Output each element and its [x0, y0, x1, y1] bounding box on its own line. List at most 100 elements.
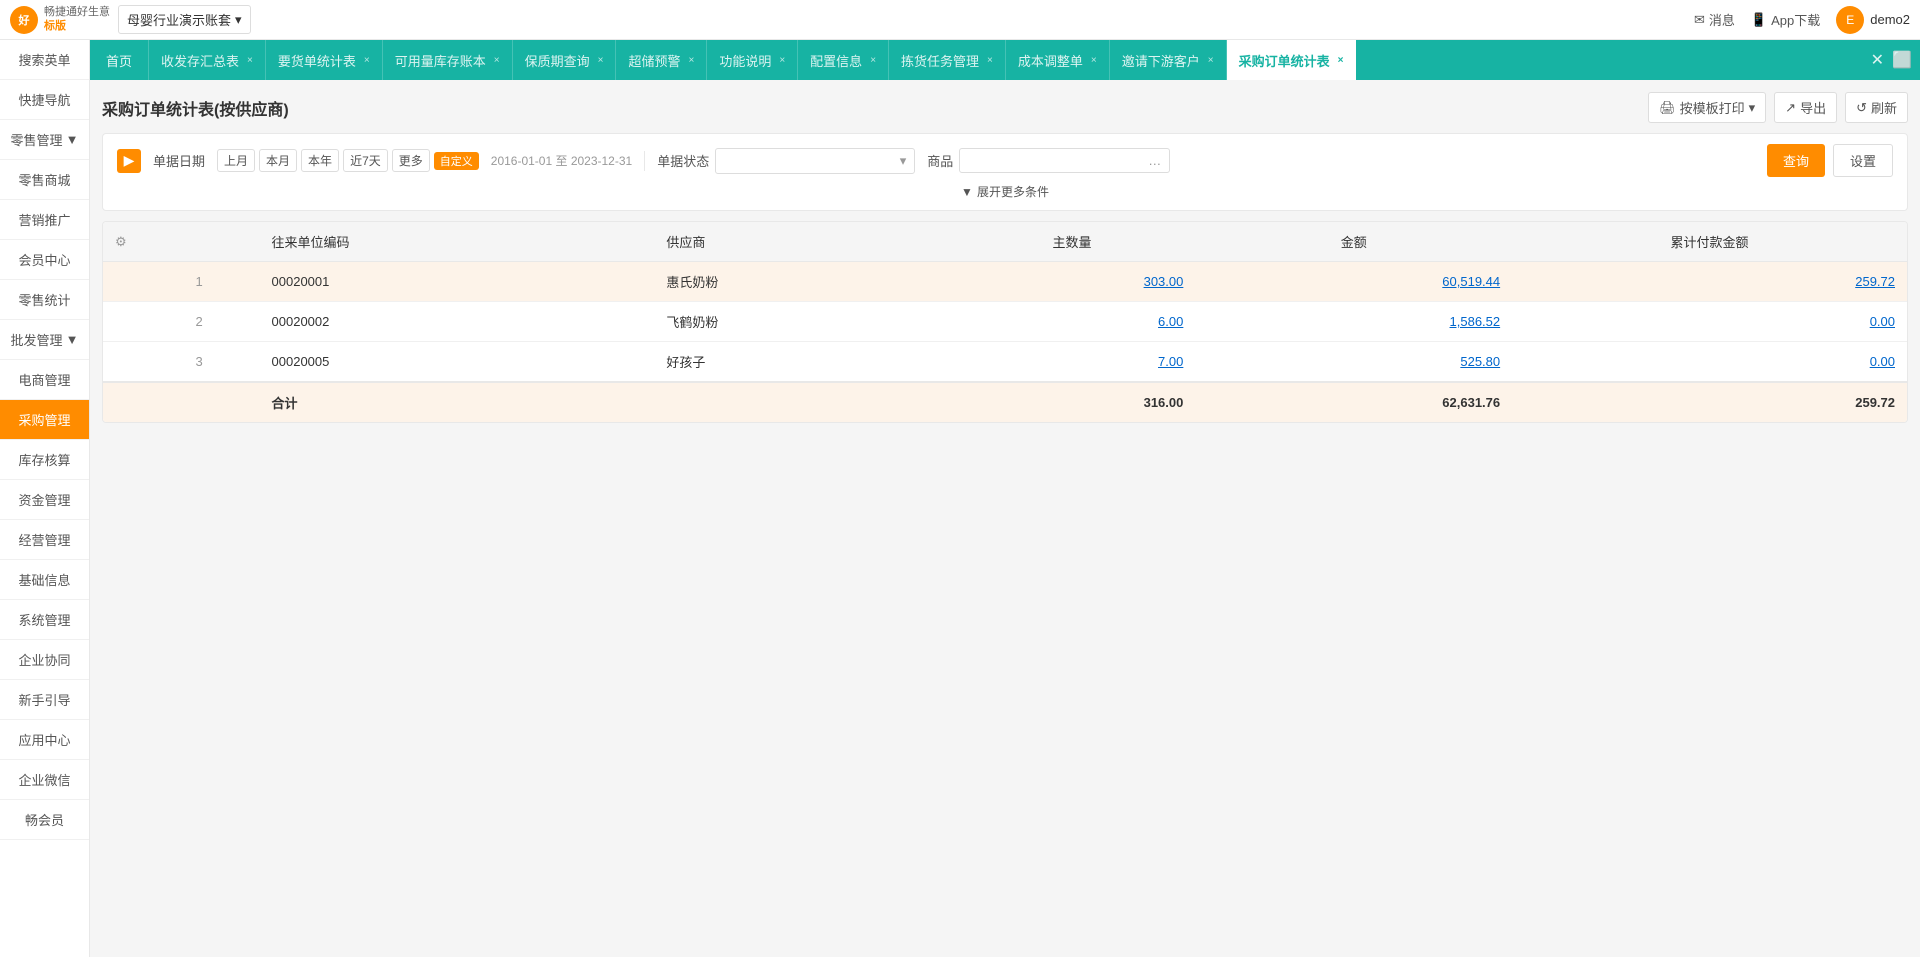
filter-toggle-button[interactable]: ▶ [117, 149, 141, 173]
sidebar-item-app-center[interactable]: 应用中心 [0, 720, 89, 760]
sidebar-item-retail-stats[interactable]: 零售统计 [0, 280, 89, 320]
tab-close-validity-query[interactable]: × [598, 55, 604, 66]
logo-area: 好 畅捷通好生意 标版 [10, 6, 110, 34]
sidebar-item-finance[interactable]: 资金管理 [0, 480, 89, 520]
sidebar-item-new-user-guide[interactable]: 新手引导 [0, 680, 89, 720]
print-button[interactable]: 🖨 按模板打印 ▾ [1648, 92, 1766, 123]
tab-function-desc[interactable]: 功能说明 × [707, 40, 798, 80]
app-download-button[interactable]: 📱 App下载 [1751, 10, 1820, 29]
top-bar: 好 畅捷通好生意 标版 母婴行业演示账套 ▾ ✉ 消息 📱 App下载 [0, 0, 1920, 40]
row-cumulative-payment-cell[interactable]: 259.72 [1512, 262, 1907, 302]
date-btn-more[interactable]: 更多 [392, 149, 430, 172]
refresh-button[interactable]: ↺ 刷新 [1845, 92, 1908, 123]
row-amount-cell[interactable]: 60,519.44 [1195, 262, 1512, 302]
tab-home[interactable]: 首页 [90, 40, 149, 80]
message-button[interactable]: ✉ 消息 [1694, 10, 1735, 29]
main-area: 搜索英单 快捷导航 零售管理 ▼ 零售商城 营销推广 会员中心 零售统计 [0, 40, 1920, 957]
row-cumulative-payment-cell[interactable]: 0.00 [1512, 342, 1907, 383]
sidebar-item-system-mgmt[interactable]: 系统管理 [0, 600, 89, 640]
tab-validity-query[interactable]: 保质期查询 × [513, 40, 617, 80]
tab-purchase-stats[interactable]: 要货单统计表 × [266, 40, 383, 80]
print-dropdown-arrow-icon: ▾ [1749, 100, 1756, 116]
filter-separator-1 [644, 151, 645, 171]
date-btn-this-month[interactable]: 本月 [259, 149, 297, 172]
company-select[interactable]: 母婴行业演示账套 ▾ [118, 5, 251, 34]
row-main-qty-cell[interactable]: 7.00 [949, 342, 1196, 383]
sidebar-item-search[interactable]: 搜索英单 [0, 40, 89, 80]
query-button[interactable]: 查询 [1767, 144, 1825, 177]
sidebar-item-member-center[interactable]: 会员中心 [0, 240, 89, 280]
row-amount-cell[interactable]: 525.80 [1195, 342, 1512, 383]
table-header-row: ⚙ 往来单位编码 供应商 主数量 [103, 222, 1907, 262]
tab-available-inventory[interactable]: 可用量库存账本 × [383, 40, 513, 80]
sidebar-item-ecommerce-mgmt[interactable]: 电商管理 [0, 360, 89, 400]
sidebar-item-enterprise-collab[interactable]: 企业协同 [0, 640, 89, 680]
tab-receive-summary[interactable]: 收发存汇总表 × [149, 40, 266, 80]
row-amount-cell[interactable]: 1,586.52 [1195, 302, 1512, 342]
tab-close-all-button[interactable]: ✕ [1871, 50, 1884, 70]
sidebar-item-operations[interactable]: 经营管理 [0, 520, 89, 560]
row-main-qty-cell[interactable]: 303.00 [949, 262, 1196, 302]
status-select[interactable]: ▾ [715, 148, 915, 174]
tab-close-over-stock-warning[interactable]: × [688, 55, 694, 66]
date-btn-last-month[interactable]: 上月 [217, 149, 255, 172]
tab-purchase-order-stats[interactable]: 采购订单统计表 × [1227, 40, 1357, 80]
row-num-cell: 1 [139, 262, 260, 302]
date-btn-last-7-days[interactable]: 近7天 [343, 149, 388, 172]
date-quick-buttons: 上月 本月 本年 近7天 更多 自定义 [217, 149, 479, 172]
date-btn-this-year[interactable]: 本年 [301, 149, 339, 172]
tab-invite-downstream[interactable]: 邀请下游客户 × [1110, 40, 1227, 80]
row-cumulative-payment-cell[interactable]: 0.00 [1512, 302, 1907, 342]
tab-over-stock-warning[interactable]: 超储预警 × [616, 40, 707, 80]
sidebar-item-marketing[interactable]: 营销推广 [0, 200, 89, 240]
tab-config-info[interactable]: 配置信息 × [798, 40, 889, 80]
sidebar-item-wholesale-mgmt[interactable]: 批发管理 ▼ [0, 320, 89, 360]
logo-icon: 好 [10, 6, 38, 34]
user-name-label: demo2 [1870, 12, 1910, 27]
page-header-actions: 🖨 按模板打印 ▾ ↗ 导出 ↺ 刷新 [1648, 92, 1908, 123]
print-icon: 🖨 [1659, 100, 1676, 116]
tab-maximize-button[interactable]: ⬜ [1892, 50, 1912, 70]
retail-mgmt-arrow-icon: ▼ [66, 132, 79, 147]
sidebar-item-basic-info[interactable]: 基础信息 [0, 560, 89, 600]
tab-close-function-desc[interactable]: × [779, 55, 785, 66]
goods-input[interactable] [968, 153, 1144, 168]
expand-down-icon: ▼ [961, 185, 973, 199]
footer-cumulative-payment: 259.72 [1512, 382, 1907, 422]
tab-close-purchase-order-stats[interactable]: × [1338, 55, 1344, 66]
column-settings-icon[interactable]: ⚙ [115, 234, 127, 249]
sidebar-item-member[interactable]: 畅会员 [0, 800, 89, 840]
tab-close-invite-downstream[interactable]: × [1208, 55, 1214, 66]
footer-empty-settings [103, 382, 139, 422]
tab-bar-end: ✕ ⬜ [1863, 50, 1920, 70]
tab-close-receive-summary[interactable]: × [247, 55, 253, 66]
tab-cost-adjustment[interactable]: 成本调整单 × [1006, 40, 1110, 80]
sidebar-item-retail-mgmt[interactable]: 零售管理 ▼ [0, 120, 89, 160]
tab-close-purchase-stats[interactable]: × [364, 55, 370, 66]
page-header: 采购订单统计表(按供应商) 🖨 按模板打印 ▾ ↗ 导出 ↺ [102, 92, 1908, 123]
sidebar-item-retail-shop[interactable]: 零售商城 [0, 160, 89, 200]
sidebar-item-purchase-mgmt[interactable]: 采购管理 [0, 400, 89, 440]
top-bar-right: ✉ 消息 📱 App下载 E demo2 [1694, 6, 1910, 34]
row-supplier-code-cell: 00020002 [260, 302, 655, 342]
sidebar-item-inventory[interactable]: 库存核算 [0, 440, 89, 480]
goods-more-icon[interactable]: … [1148, 153, 1161, 168]
sidebar-item-quick-nav[interactable]: 快捷导航 [0, 80, 89, 120]
tab-pick-task-mgmt[interactable]: 拣货任务管理 × [889, 40, 1006, 80]
row-supplier-name-cell: 好孩子 [654, 342, 948, 383]
export-button[interactable]: ↗ 导出 [1774, 92, 1837, 123]
tab-close-pick-task-mgmt[interactable]: × [987, 55, 993, 66]
sidebar-item-enterprise-wechat[interactable]: 企业微信 [0, 760, 89, 800]
tab-close-available-inventory[interactable]: × [494, 55, 500, 66]
tab-close-cost-adjustment[interactable]: × [1091, 55, 1097, 66]
expand-more-button[interactable]: ▼ 展开更多条件 [961, 183, 1049, 200]
footer-empty-rownum [139, 382, 260, 422]
settings-button[interactable]: 设置 [1833, 144, 1893, 177]
row-main-qty-cell[interactable]: 6.00 [949, 302, 1196, 342]
logo-text: 畅捷通好生意 标版 [44, 6, 110, 32]
tab-bar: 首页 收发存汇总表 × 要货单统计表 × 可用量库存账本 × 保质期查询 × [90, 40, 1920, 80]
tab-close-config-info[interactable]: × [870, 55, 876, 66]
user-profile[interactable]: E demo2 [1836, 6, 1910, 34]
col-main-qty: 主数量 [949, 222, 1196, 262]
company-select-arrow-icon: ▾ [235, 12, 242, 28]
